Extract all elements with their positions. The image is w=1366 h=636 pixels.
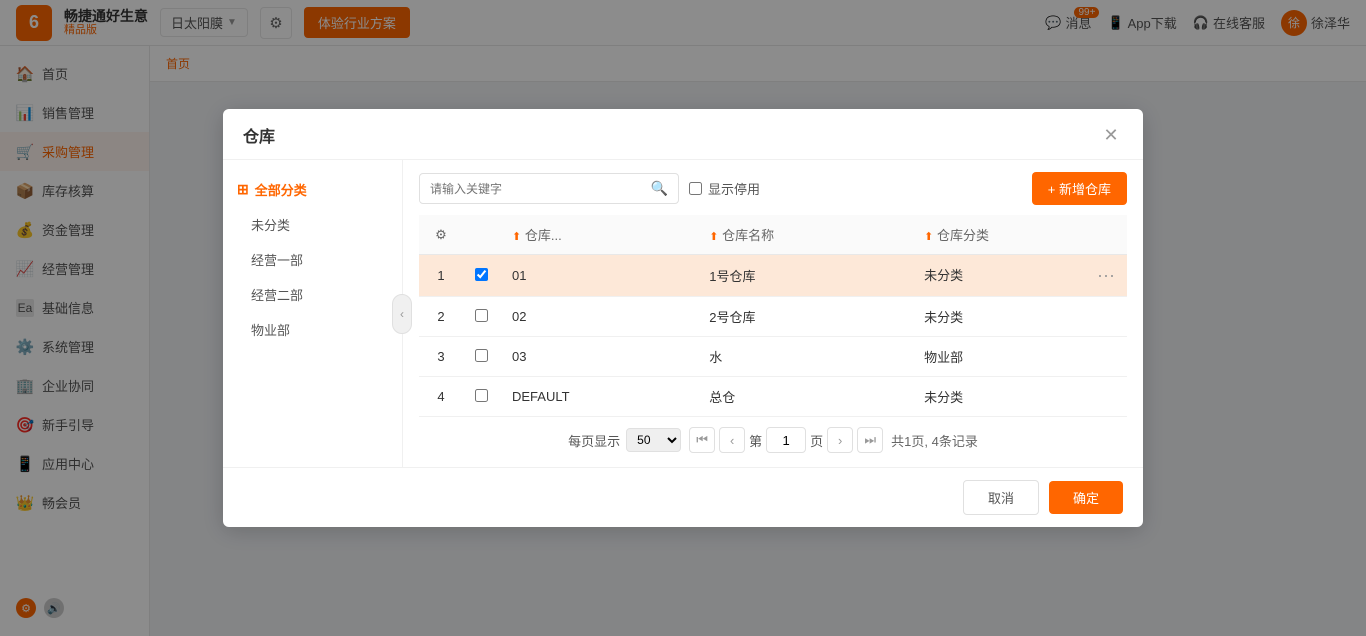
- table-row[interactable]: 4 DEFAULT 总仓 未分类: [419, 377, 1127, 417]
- show-disabled-label[interactable]: 显示停用: [689, 179, 760, 198]
- row-code: 02: [500, 297, 697, 337]
- row-category: 未分类···: [912, 255, 1127, 297]
- page-info: 共1页, 4条记录: [891, 431, 978, 450]
- row-name: 总仓: [697, 377, 912, 417]
- row-name: 水: [697, 337, 912, 377]
- col-gear: ⚙: [419, 215, 463, 255]
- row-checkbox[interactable]: [463, 337, 500, 377]
- page-navigation: ⏮ ‹ 第 页 › ⏭: [689, 427, 883, 453]
- last-page-button[interactable]: ⏭: [857, 427, 883, 453]
- prev-page-button[interactable]: ‹: [719, 427, 745, 453]
- col-category: ⬆ 仓库分类: [912, 215, 1127, 255]
- new-warehouse-button[interactable]: + 新增仓库: [1032, 172, 1127, 205]
- row-more-button[interactable]: ···: [1097, 265, 1115, 286]
- category-item-2[interactable]: 经营二部: [223, 277, 402, 312]
- all-categories[interactable]: ⊞ 全部分类: [223, 172, 402, 207]
- row-category: 未分类: [912, 377, 1127, 417]
- row-checkbox[interactable]: [463, 377, 500, 417]
- pagination: 每页显示 50 10 20 100 ⏮ ‹ 第 页: [419, 417, 1127, 467]
- per-page-selector: 每页显示 50 10 20 100: [568, 428, 681, 452]
- table-row[interactable]: 2 02 2号仓库 未分类: [419, 297, 1127, 337]
- modal-title: 仓库: [243, 123, 275, 147]
- category-item-3[interactable]: 物业部: [223, 312, 402, 347]
- next-page-button[interactable]: ›: [827, 427, 853, 453]
- search-icon[interactable]: 🔍: [641, 174, 678, 203]
- confirm-button[interactable]: 确定: [1049, 481, 1123, 514]
- row-code: 01: [500, 255, 697, 297]
- per-page-select[interactable]: 50 10 20 100: [626, 428, 681, 452]
- row-code: 03: [500, 337, 697, 377]
- row-gear: 3: [419, 337, 463, 377]
- col-code: ⬆ 仓库...: [500, 215, 697, 255]
- col-name: ⬆ 仓库名称: [697, 215, 912, 255]
- grid-icon: ⊞: [237, 181, 249, 198]
- row-gear: 1: [419, 255, 463, 297]
- category-panel: ⊞ 全部分类 未分类 经营一部 经营二部 物业部 ‹: [223, 160, 403, 467]
- table-row[interactable]: 1 01 1号仓库 未分类···: [419, 255, 1127, 297]
- page-input[interactable]: [766, 427, 806, 453]
- row-name: 1号仓库: [697, 255, 912, 297]
- first-page-button[interactable]: ⏮: [689, 427, 715, 453]
- row-category: 物业部: [912, 337, 1127, 377]
- category-item-1[interactable]: 经营一部: [223, 242, 402, 277]
- category-collapse-button[interactable]: ‹: [392, 294, 412, 334]
- row-gear: 2: [419, 297, 463, 337]
- row-checkbox[interactable]: [463, 297, 500, 337]
- category-item-0[interactable]: 未分类: [223, 207, 402, 242]
- modal-body: ⊞ 全部分类 未分类 经营一部 经营二部 物业部 ‹ 🔍: [223, 160, 1143, 467]
- warehouse-table: ⚙ ⬆ 仓库... ⬆ 仓库名称: [419, 215, 1127, 417]
- show-disabled-checkbox[interactable]: [689, 182, 702, 195]
- table-toolbar: 🔍 显示停用 + 新增仓库: [419, 172, 1127, 205]
- modal-close-button[interactable]: ✕: [1099, 123, 1123, 147]
- search-input[interactable]: [420, 176, 641, 202]
- row-gear: 4: [419, 377, 463, 417]
- row-name: 2号仓库: [697, 297, 912, 337]
- warehouse-modal: 仓库 ✕ ⊞ 全部分类 未分类 经营一部 经营二部 物业部 ‹: [223, 109, 1143, 527]
- modal-footer: 取消 确定: [223, 467, 1143, 527]
- search-box: 🔍: [419, 173, 679, 204]
- col-checkbox: [463, 215, 500, 255]
- modal-overlay: 仓库 ✕ ⊞ 全部分类 未分类 经营一部 经营二部 物业部 ‹: [0, 0, 1366, 636]
- table-panel: 🔍 显示停用 + 新增仓库 ⚙: [403, 160, 1143, 467]
- table-row[interactable]: 3 03 水 物业部: [419, 337, 1127, 377]
- row-category: 未分类: [912, 297, 1127, 337]
- cancel-button[interactable]: 取消: [963, 480, 1039, 515]
- row-code: DEFAULT: [500, 377, 697, 417]
- modal-header: 仓库 ✕: [223, 109, 1143, 160]
- row-checkbox[interactable]: [463, 255, 500, 297]
